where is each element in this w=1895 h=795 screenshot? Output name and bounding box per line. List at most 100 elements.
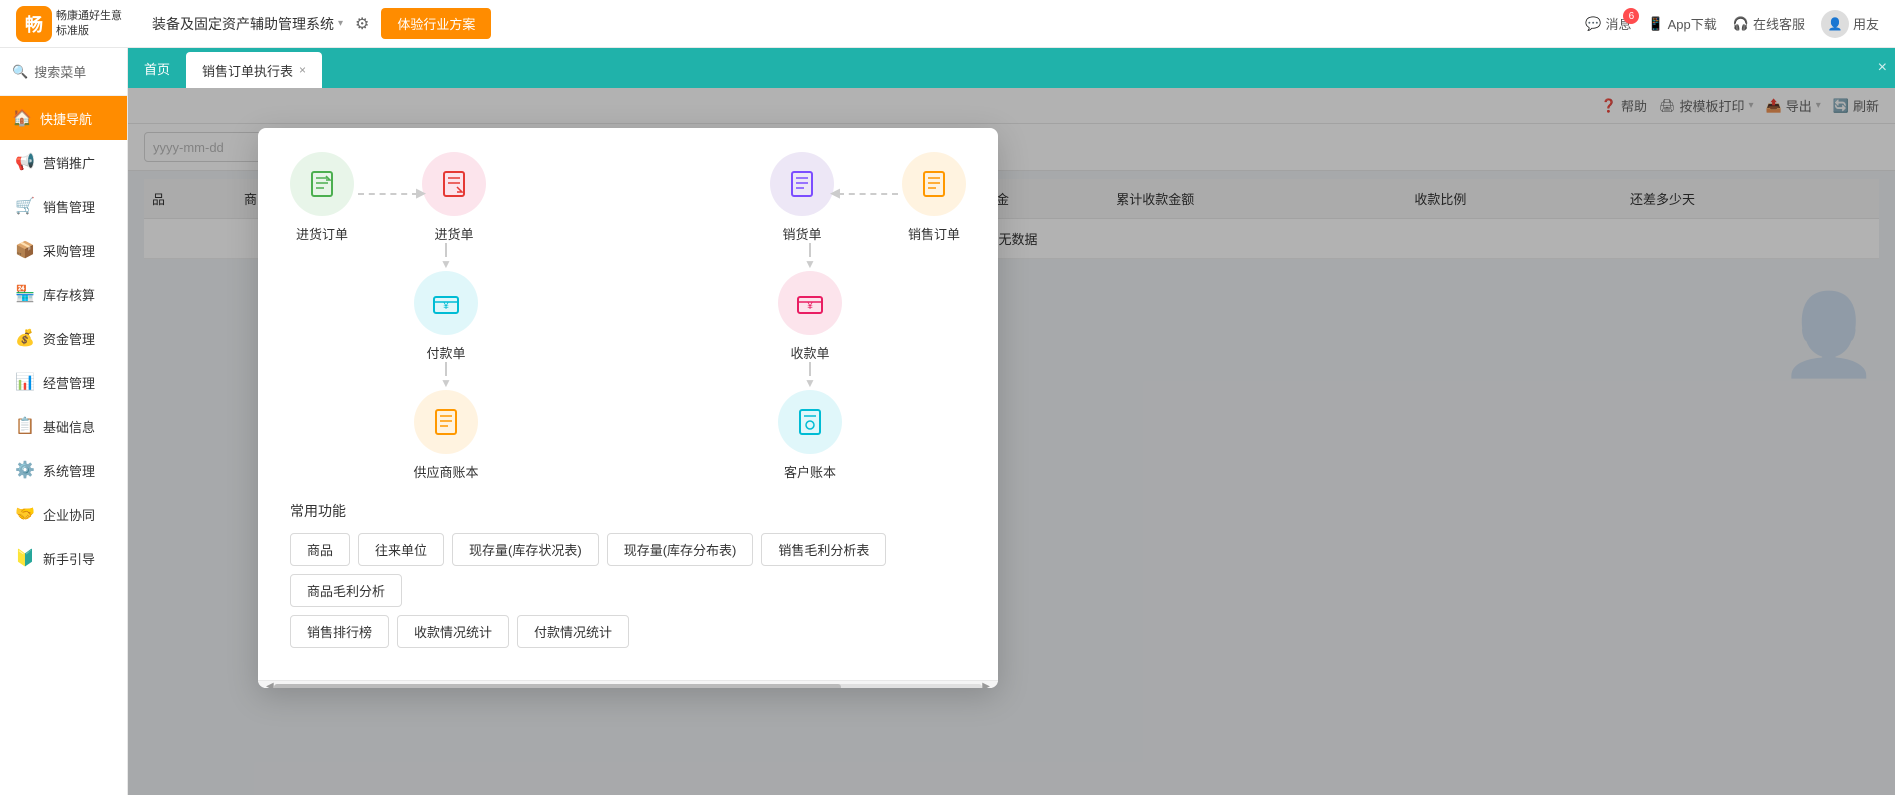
sidebar-item-marketing[interactable]: 📢 营销推广 bbox=[0, 140, 127, 184]
user-area[interactable]: 👤 用友 bbox=[1821, 10, 1879, 38]
sales-icon: 🛒 bbox=[15, 196, 35, 216]
func-btn-payment-stats[interactable]: 付款情况统计 bbox=[517, 615, 629, 648]
online-service-btn[interactable]: 🎧 在线客服 bbox=[1733, 14, 1805, 33]
message-badge: 6 bbox=[1623, 8, 1639, 24]
page-wrapper: ❓ 帮助 🖨 按模板打印 ▾ 📤 导出 ▾ 🔄 bbox=[128, 88, 1895, 795]
tab-sales-order[interactable]: 销售订单执行表 × bbox=[186, 52, 322, 88]
close-all-btn[interactable]: × bbox=[1878, 59, 1887, 77]
func-btn-stock-dist[interactable]: 现存量(库存分布表) bbox=[607, 533, 754, 566]
supplier-ledger-icon bbox=[414, 390, 478, 454]
receipt-icon: ¥ bbox=[778, 271, 842, 335]
modal-box: 进货订单 ▶ bbox=[258, 128, 998, 688]
purchase-order-icon bbox=[290, 152, 354, 216]
marketing-icon: 📢 bbox=[15, 152, 35, 172]
search-menu-btn[interactable]: 🔍 搜索菜单 bbox=[8, 58, 119, 85]
func-btn-goods[interactable]: 商品 bbox=[290, 533, 350, 566]
sidebar-search-area[interactable]: 🔍 搜索菜单 bbox=[0, 48, 127, 96]
common-functions-section: 常用功能 商品 往来单位 现存量(库存状况表) 现存量(库存分布表) 销售毛利分… bbox=[290, 501, 966, 648]
tab-bar: 首页 销售订单执行表 × × bbox=[128, 48, 1895, 88]
experience-btn[interactable]: 体验行业方案 bbox=[381, 8, 491, 39]
sidebar: 🔍 搜索菜单 🏠 快捷导航 📢 营销推广 🛒 销售管理 📦 采购管理 bbox=[0, 48, 128, 795]
sidebar-item-inventory[interactable]: 🏪 库存核算 bbox=[0, 272, 127, 316]
tab-close-icon[interactable]: × bbox=[299, 63, 306, 77]
func-btn-sales-rank[interactable]: 销售排行榜 bbox=[290, 615, 389, 648]
content-area: 首页 销售订单执行表 × × ❓ 帮助 🖨 bbox=[128, 48, 1895, 795]
sidebar-item-label: 企业协同 bbox=[43, 505, 95, 524]
logo-icon: 畅 bbox=[16, 6, 52, 42]
user-avatar: 👤 bbox=[1821, 10, 1849, 38]
app-download-btn[interactable]: 📱 App下载 bbox=[1647, 14, 1716, 33]
arrow-sales-order-to-bill: ◀ bbox=[838, 193, 898, 243]
scrollbar-thumb bbox=[274, 684, 841, 689]
main-area: 🔍 搜索菜单 🏠 快捷导航 📢 营销推广 🛒 销售管理 📦 采购管理 bbox=[0, 48, 1895, 795]
flow-row-1: 进货订单 ▶ bbox=[290, 152, 966, 243]
beginner-icon: 🔰 bbox=[15, 548, 35, 568]
func-btn-receipt-stats[interactable]: 收款情况统计 bbox=[397, 615, 509, 648]
settings-icon[interactable]: ⚙ bbox=[355, 14, 369, 34]
func-btn-goods-margin[interactable]: 商品毛利分析 bbox=[290, 574, 402, 607]
modal-overlay[interactable]: 进货订单 ▶ bbox=[128, 88, 1895, 795]
system-title-text: 装备及固定资产辅助管理系统 bbox=[152, 14, 334, 34]
basic-icon: 📋 bbox=[15, 416, 35, 436]
scroll-right-btn[interactable]: ▶ bbox=[982, 681, 990, 688]
sidebar-item-beginner[interactable]: 🔰 新手引导 bbox=[0, 536, 127, 580]
app-container: 畅 畅康通好生意 标准版 装备及固定资产辅助管理系统 ▾ ⚙ 体验行业方案 💬 … bbox=[0, 0, 1895, 795]
sidebar-item-basic[interactable]: 📋 基础信息 bbox=[0, 404, 127, 448]
customer-ledger-icon bbox=[778, 390, 842, 454]
common-functions-title: 常用功能 bbox=[290, 501, 966, 521]
modal-content: 进货订单 ▶ bbox=[258, 128, 998, 680]
message-btn[interactable]: 💬 消息 6 bbox=[1585, 14, 1631, 33]
sales-order-icon bbox=[902, 152, 966, 216]
payment-icon: ¥ bbox=[414, 271, 478, 335]
func-btn-counterparty[interactable]: 往来单位 bbox=[358, 533, 444, 566]
service-icon: 🎧 bbox=[1733, 16, 1749, 32]
flow-row-2: ▼ ¥ 付款单 bbox=[290, 243, 966, 362]
phone-icon: 📱 bbox=[1647, 16, 1663, 32]
logo-text: 畅康通好生意 标准版 bbox=[56, 9, 122, 38]
logo-area: 畅 畅康通好生意 标准版 bbox=[16, 6, 144, 42]
sidebar-item-label: 新手引导 bbox=[43, 549, 95, 568]
sidebar-item-system[interactable]: ⚙️ 系统管理 bbox=[0, 448, 127, 492]
flow-node-sales-order[interactable]: 销售订单 bbox=[902, 152, 966, 243]
system-icon: ⚙️ bbox=[15, 460, 35, 480]
search-icon: 🔍 bbox=[12, 64, 28, 80]
sidebar-item-label: 库存核算 bbox=[43, 285, 95, 304]
quick-nav-icon: 🏠 bbox=[12, 108, 32, 128]
flow-col-customer: ▼ 客户账本 bbox=[750, 362, 870, 481]
enterprise-icon: 🤝 bbox=[15, 504, 35, 524]
sidebar-item-operations[interactable]: 📊 经营管理 bbox=[0, 360, 127, 404]
inventory-icon: 🏪 bbox=[15, 284, 35, 304]
flow-node-purchase-order[interactable]: 进货订单 bbox=[290, 152, 354, 243]
flow-node-sales-bill[interactable]: 销货单 bbox=[770, 152, 834, 243]
sidebar-item-label: 快捷导航 bbox=[40, 109, 92, 128]
flow-row-3: ▼ 供应商账本 bbox=[290, 362, 966, 481]
sidebar-item-label: 系统管理 bbox=[43, 461, 95, 480]
sidebar-item-enterprise[interactable]: 🤝 企业协同 bbox=[0, 492, 127, 536]
scrollbar-track[interactable] bbox=[274, 684, 983, 689]
flow-node-receipt[interactable]: ¥ 收款单 bbox=[778, 271, 842, 362]
flow-col-payment: ▼ ¥ 付款单 bbox=[386, 243, 506, 362]
sidebar-item-quick-nav[interactable]: 🏠 快捷导航 bbox=[0, 96, 127, 140]
system-dropdown-icon[interactable]: ▾ bbox=[338, 18, 343, 29]
sidebar-item-label: 资金管理 bbox=[43, 329, 95, 348]
tab-home[interactable]: 首页 bbox=[128, 48, 186, 88]
sidebar-item-purchase[interactable]: 📦 采购管理 bbox=[0, 228, 127, 272]
func-btn-sales-margin[interactable]: 销售毛利分析表 bbox=[761, 533, 886, 566]
flow-diagram: 进货订单 ▶ bbox=[290, 152, 966, 481]
sidebar-item-sales[interactable]: 🛒 销售管理 bbox=[0, 184, 127, 228]
flow-node-supplier-ledger[interactable]: 供应商账本 bbox=[413, 390, 478, 481]
system-title-area: 装备及固定资产辅助管理系统 ▾ bbox=[152, 14, 343, 34]
flow-node-payment[interactable]: ¥ 付款单 bbox=[414, 271, 478, 362]
sales-bill-icon bbox=[770, 152, 834, 216]
sidebar-item-label: 经营管理 bbox=[43, 373, 95, 392]
flow-node-customer-ledger[interactable]: 客户账本 bbox=[778, 390, 842, 481]
purchase-bill-icon bbox=[422, 152, 486, 216]
func-buttons-row-2: 销售排行榜 收款情况统计 付款情况统计 bbox=[290, 615, 966, 648]
flow-node-purchase-bill[interactable]: 进货单 bbox=[422, 152, 486, 243]
scroll-left-btn[interactable]: ◀ bbox=[266, 681, 274, 688]
sidebar-item-label: 采购管理 bbox=[43, 241, 95, 260]
func-btn-stock-status[interactable]: 现存量(库存状况表) bbox=[452, 533, 599, 566]
finance-icon: 💰 bbox=[15, 328, 35, 348]
flow-col-receipt: ▼ ¥ 收款单 bbox=[750, 243, 870, 362]
sidebar-item-finance[interactable]: 💰 资金管理 bbox=[0, 316, 127, 360]
